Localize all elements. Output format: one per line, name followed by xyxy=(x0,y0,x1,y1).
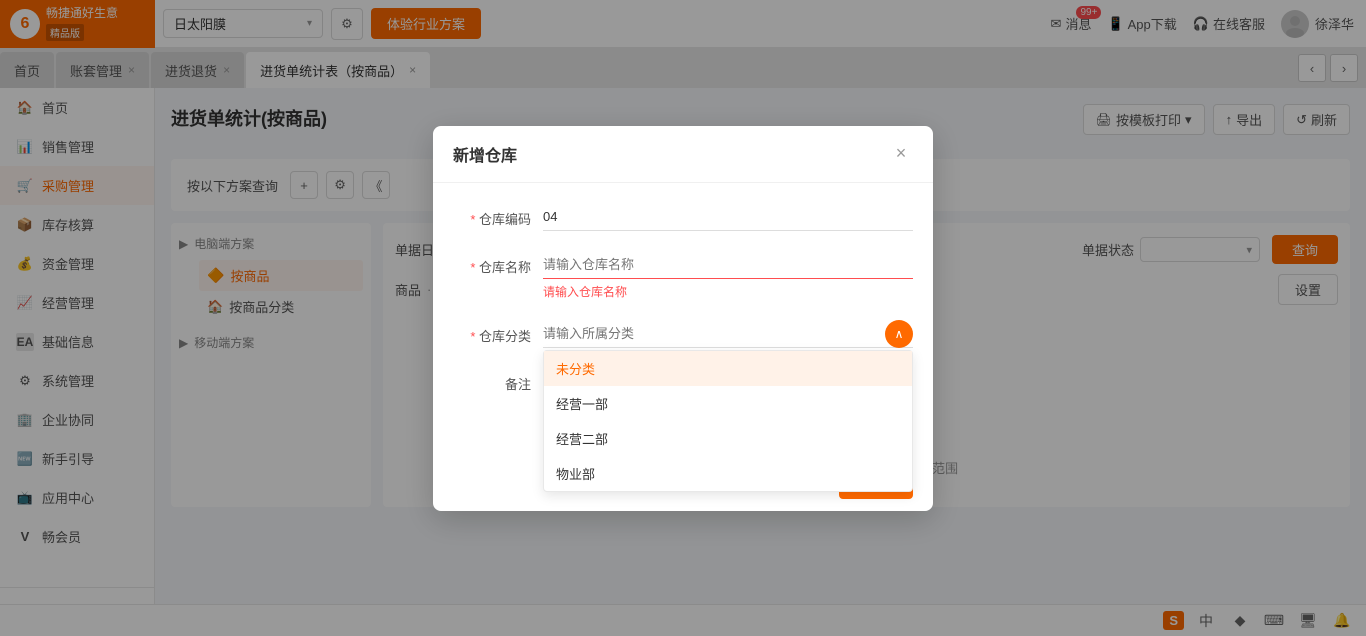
name-label: 仓库名称 xyxy=(453,251,543,276)
category-input[interactable] xyxy=(543,320,913,348)
category-label: 仓库分类 xyxy=(453,320,543,345)
dropdown-item-dept1[interactable]: 经营一部 xyxy=(544,386,912,421)
category-field: ∧ 未分类 经营一部 经营二部 物业部 xyxy=(543,320,913,348)
modal-body: 仓库编码 仓库名称 请输入仓库名称 仓库分类 ∧ xyxy=(433,183,933,454)
form-row-name: 仓库名称 请输入仓库名称 xyxy=(453,251,913,300)
modal-overlay[interactable]: 新增仓库 × 仓库编码 仓库名称 请输入仓库名称 仓库分类 xyxy=(0,0,1366,636)
modal-close-button[interactable]: × xyxy=(889,142,913,166)
warehouse-code-input[interactable] xyxy=(543,203,913,231)
new-warehouse-modal: 新增仓库 × 仓库编码 仓库名称 请输入仓库名称 仓库分类 xyxy=(433,126,933,511)
warehouse-name-input[interactable] xyxy=(543,251,913,279)
modal-header: 新增仓库 × xyxy=(433,126,933,183)
dropdown-item-dept2[interactable]: 经营二部 xyxy=(544,421,912,456)
note-label: 备注 xyxy=(453,368,543,393)
category-toggle-button[interactable]: ∧ xyxy=(885,320,913,348)
code-label: 仓库编码 xyxy=(453,203,543,228)
dropdown-item-dept3[interactable]: 物业部 xyxy=(544,456,912,491)
modal-title: 新增仓库 xyxy=(453,142,517,166)
form-row-code: 仓库编码 xyxy=(453,203,913,231)
category-dropdown: 未分类 经营一部 经营二部 物业部 xyxy=(543,350,913,492)
form-row-category: 仓库分类 ∧ 未分类 经营一部 经营二部 物业部 xyxy=(453,320,913,348)
name-field: 请输入仓库名称 xyxy=(543,251,913,300)
name-error-msg: 请输入仓库名称 xyxy=(543,283,913,300)
code-field xyxy=(543,203,913,231)
dropdown-item-uncategorized[interactable]: 未分类 xyxy=(544,351,912,386)
